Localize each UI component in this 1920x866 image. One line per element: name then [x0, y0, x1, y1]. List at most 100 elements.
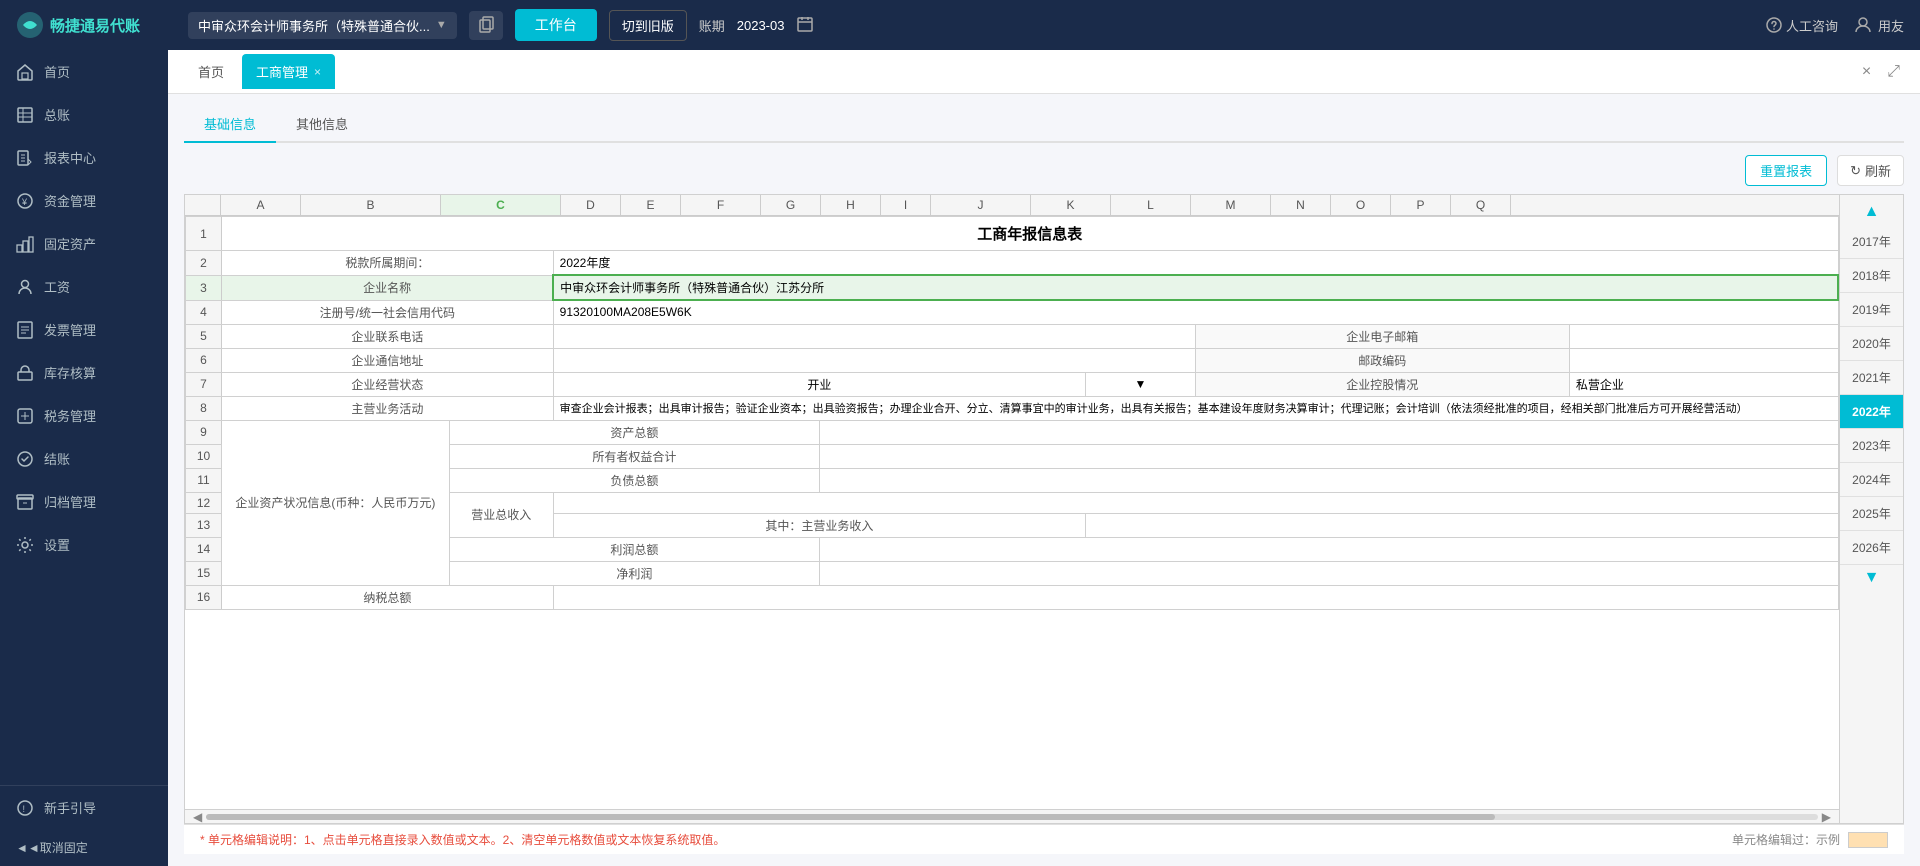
close-window-button[interactable]: × — [1858, 59, 1875, 85]
r14-label: 利润总额 — [449, 537, 819, 561]
year-item-2017[interactable]: 2017年 — [1840, 225, 1903, 259]
r15-value[interactable] — [819, 561, 1838, 585]
sidebar-item-salary[interactable]: 工资 — [0, 265, 168, 308]
r7-holding[interactable]: 私营企业 — [1569, 372, 1838, 396]
col-header-a[interactable]: A — [221, 195, 301, 215]
consult-button[interactable]: 人工咨询 — [1766, 16, 1838, 35]
r4-value[interactable]: 91320100MA208E5W6K — [553, 300, 1838, 324]
r8-value[interactable]: 审查企业会计报表；出具审计报告；验证企业资本；出具验资报告；办理企业合开、分立、… — [553, 396, 1838, 420]
h-scroll-left[interactable]: ◀ — [189, 810, 206, 824]
title-cell[interactable]: 工商年报信息表 — [222, 217, 1839, 251]
year-item-2023[interactable]: 2023年 — [1840, 429, 1903, 463]
sidebar-item-invoice[interactable]: 发票管理 — [0, 308, 168, 351]
company-selector[interactable]: 中审众环会计师事务所（特殊普通合伙... ▼ — [188, 12, 457, 39]
r11-value[interactable] — [819, 468, 1838, 492]
col-header-o[interactable]: O — [1331, 195, 1391, 215]
col-header-l[interactable]: L — [1111, 195, 1191, 215]
sidebar-item-ledger[interactable]: 总账 — [0, 93, 168, 136]
r5-phone[interactable] — [553, 324, 1195, 348]
sidebar-item-tax[interactable]: 税务管理 — [0, 394, 168, 437]
expand-button[interactable]: ⤢ — [1883, 59, 1904, 85]
row-num: 6 — [186, 348, 222, 372]
r9-value[interactable] — [819, 420, 1838, 444]
h-scrollbar[interactable]: ◀ ▶ — [185, 809, 1839, 823]
subtab-other[interactable]: 其他信息 — [276, 106, 368, 143]
col-header-h[interactable]: H — [821, 195, 881, 215]
row-num: 8 — [186, 396, 222, 420]
tab-close-button[interactable]: × — [314, 65, 321, 79]
r16-value[interactable] — [553, 585, 1838, 609]
r7-dropdown[interactable]: ▼ — [1086, 372, 1196, 396]
r10-value[interactable] — [819, 444, 1838, 468]
h-scrollbar-thumb[interactable] — [206, 814, 1495, 820]
col-header-j[interactable]: J — [931, 195, 1031, 215]
r14-value[interactable] — [819, 537, 1838, 561]
calendar-icon[interactable] — [796, 15, 814, 36]
copy-icon[interactable] — [469, 11, 503, 40]
h-scroll-right[interactable]: ▶ — [1818, 810, 1835, 824]
svg-text:¥: ¥ — [21, 197, 28, 207]
year-item-2020[interactable]: 2020年 — [1840, 327, 1903, 361]
year-item-2022[interactable]: 2022年 — [1840, 395, 1903, 429]
row-num: 5 — [186, 324, 222, 348]
col-header-i[interactable]: I — [881, 195, 931, 215]
col-header-p[interactable]: P — [1391, 195, 1451, 215]
row-num: 16 — [186, 585, 222, 609]
r13-value[interactable] — [1086, 513, 1838, 537]
r3-value[interactable]: 中审众环会计师事务所（特殊普通合伙）江苏分所 — [553, 275, 1838, 300]
year-item-2018[interactable]: 2018年 — [1840, 259, 1903, 293]
sidebar-item-settings[interactable]: 设置 — [0, 523, 168, 566]
toolbar: 重置报表 ↻ 刷新 — [184, 155, 1904, 186]
year-item-2019[interactable]: 2019年 — [1840, 293, 1903, 327]
refresh-button[interactable]: ↻ 刷新 — [1837, 155, 1904, 186]
r5-email[interactable] — [1569, 324, 1838, 348]
year-nav-up[interactable]: ▲ — [1840, 199, 1903, 225]
sidebar-item-reports[interactable]: 报表中心 — [0, 136, 168, 179]
col-header-q[interactable]: Q — [1451, 195, 1511, 215]
h-scrollbar-track[interactable] — [206, 814, 1818, 820]
home-icon — [16, 63, 34, 81]
col-header-d[interactable]: D — [561, 195, 621, 215]
col-header-k[interactable]: K — [1031, 195, 1111, 215]
year-item-2021[interactable]: 2021年 — [1840, 361, 1903, 395]
tab-active[interactable]: 工商管理 × — [242, 54, 335, 89]
sidebar-item-assets[interactable]: 固定资产 — [0, 222, 168, 265]
period-value: 2023-03 — [737, 18, 785, 33]
sidebar-item-newbie[interactable]: ! 新手引导 — [0, 786, 168, 829]
r6-addr[interactable] — [553, 348, 1195, 372]
sidebar-pin[interactable]: ◄◄取消固定 — [0, 829, 168, 866]
table-row: 4 注册号/统一社会信用代码 91320100MA208E5W6K — [186, 300, 1839, 324]
tab-home[interactable]: 首页 — [184, 54, 238, 89]
sidebar-item-archive[interactable]: 归档管理 — [0, 480, 168, 523]
spreadsheet-table[interactable]: 1 工商年报信息表 2 税款所属期间： 2022年度 3 — [185, 216, 1839, 809]
workbench-button[interactable]: 工作台 — [515, 9, 597, 41]
col-header-m[interactable]: M — [1191, 195, 1271, 215]
r6-zip[interactable] — [1569, 348, 1838, 372]
r2-value[interactable]: 2022年度 — [553, 251, 1838, 276]
r7-status[interactable]: 开业 — [553, 372, 1086, 396]
r3-label: 企业名称 — [222, 275, 554, 300]
sidebar-item-inventory[interactable]: 库存核算 — [0, 351, 168, 394]
col-header-c[interactable]: C — [441, 195, 561, 215]
col-header-e[interactable]: E — [621, 195, 681, 215]
col-header-b[interactable]: B — [301, 195, 441, 215]
r5-email-label: 企业电子邮箱 — [1195, 324, 1569, 348]
sidebar-item-home[interactable]: 首页 — [0, 50, 168, 93]
col-header-f[interactable]: F — [681, 195, 761, 215]
old-version-button[interactable]: 切到旧版 — [609, 10, 687, 41]
r12-value[interactable] — [553, 492, 1838, 513]
year-item-2024[interactable]: 2024年 — [1840, 463, 1903, 497]
subtab-basic[interactable]: 基础信息 — [184, 106, 276, 143]
sidebar-label-ledger: 总账 — [44, 105, 70, 124]
sidebar-item-finance[interactable]: ¥ 资金管理 — [0, 179, 168, 222]
year-item-2026[interactable]: 2026年 — [1840, 531, 1903, 565]
table-row: 2 税款所属期间： 2022年度 — [186, 251, 1839, 276]
sidebar-item-closing[interactable]: 结账 — [0, 437, 168, 480]
year-item-2025[interactable]: 2025年 — [1840, 497, 1903, 531]
reports-icon — [16, 149, 34, 167]
user-info[interactable]: 用友 — [1854, 16, 1904, 35]
col-header-g[interactable]: G — [761, 195, 821, 215]
year-nav-down[interactable]: ▼ — [1840, 565, 1903, 591]
col-header-n[interactable]: N — [1271, 195, 1331, 215]
reset-report-button[interactable]: 重置报表 — [1745, 155, 1827, 186]
